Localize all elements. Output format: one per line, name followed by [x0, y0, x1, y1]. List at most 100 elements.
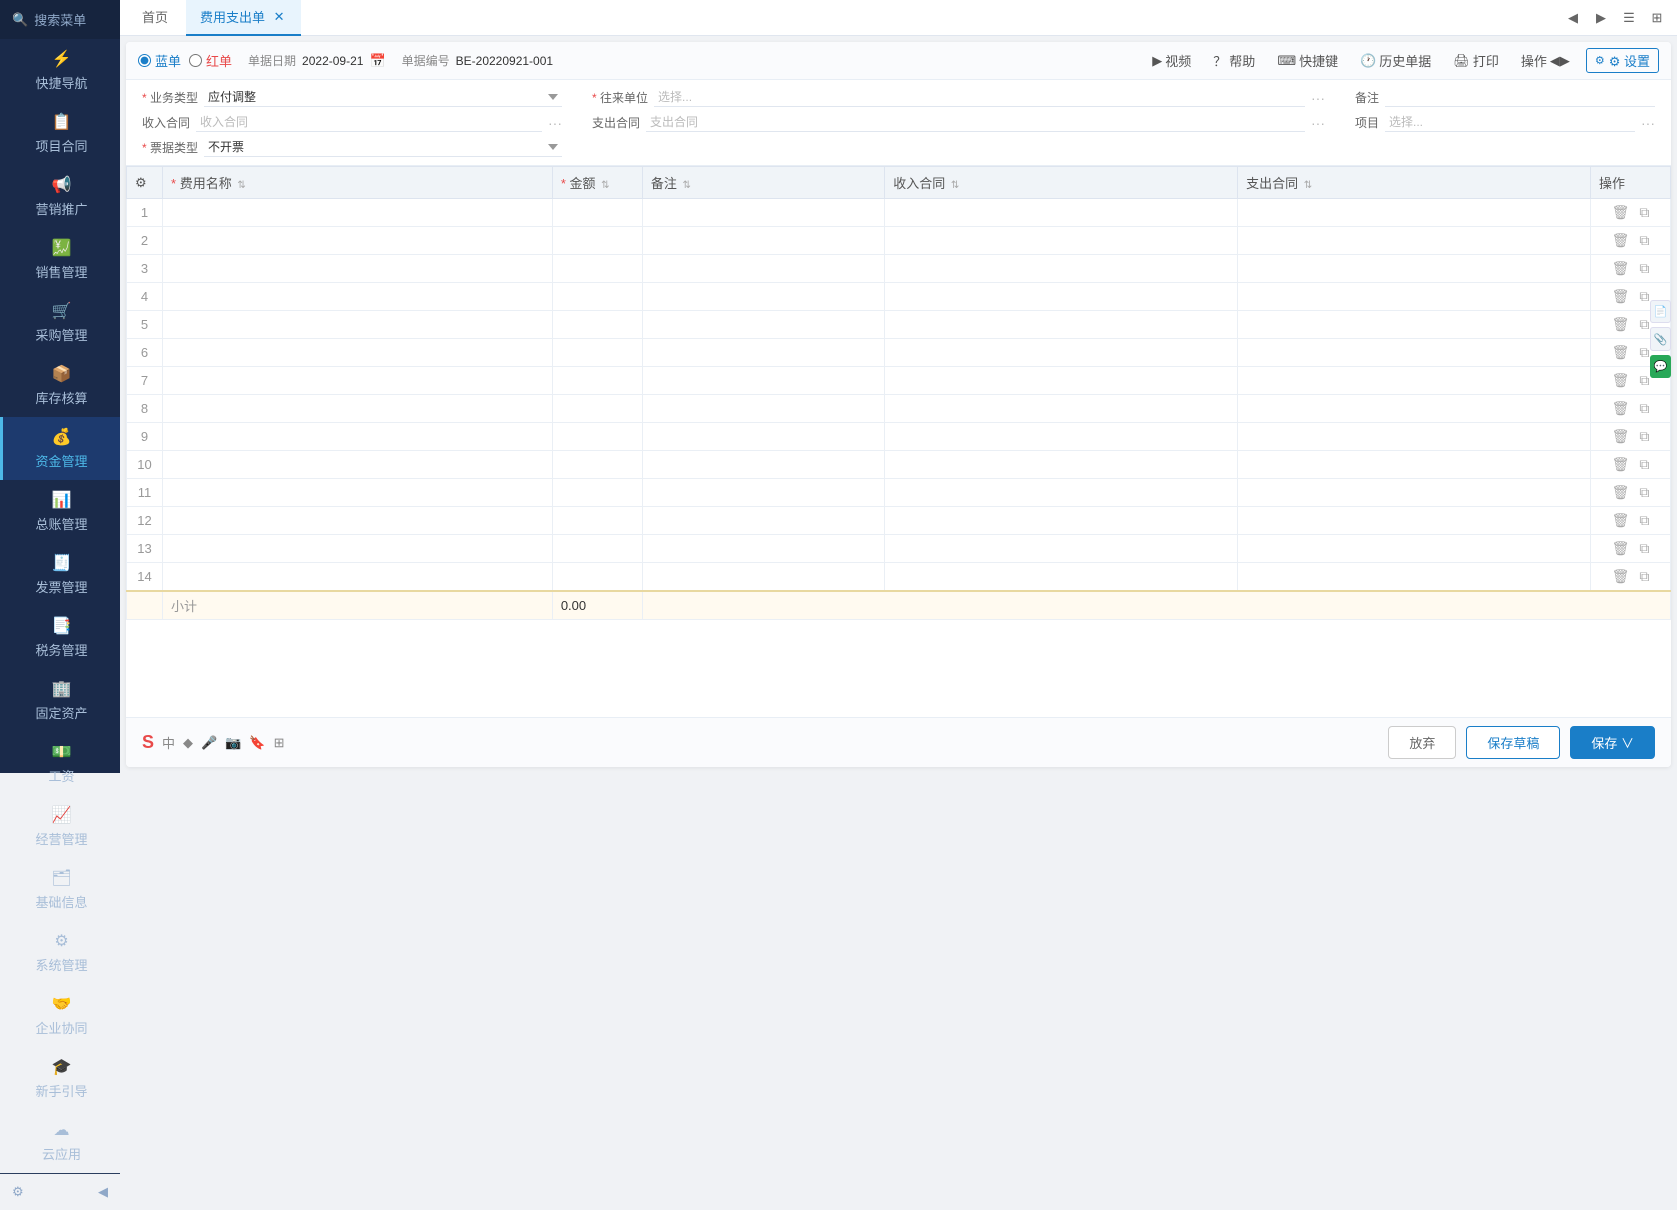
cell-income-contract-8[interactable]: [885, 395, 1238, 423]
remark-input[interactable]: [1385, 88, 1655, 107]
business-type-select[interactable]: 应付调整: [204, 88, 562, 107]
bottom-icon-grid[interactable]: ⊞: [274, 735, 285, 751]
cell-amount-14[interactable]: [552, 563, 642, 592]
settings-icon[interactable]: ⚙: [12, 1184, 24, 1200]
delete-icon-6[interactable]: 🗑: [1609, 343, 1633, 362]
cell-remark-4[interactable]: [642, 283, 884, 311]
copy-icon-11[interactable]: ⧉: [1636, 483, 1652, 502]
delete-icon-10[interactable]: 🗑: [1609, 455, 1633, 474]
cell-amount-1[interactable]: [552, 199, 642, 227]
delete-icon-7[interactable]: 🗑: [1609, 371, 1633, 390]
sidebar-item-marketing[interactable]: 📢 营销推广: [0, 165, 120, 228]
cell-expense-contract-9[interactable]: [1238, 423, 1591, 451]
tab-list-btn[interactable]: ☰: [1617, 6, 1641, 30]
cell-amount-2[interactable]: [552, 227, 642, 255]
tab-prev-btn[interactable]: ◀: [1561, 6, 1585, 30]
video-btn[interactable]: ▶ 视频: [1146, 49, 1197, 72]
delete-icon-4[interactable]: 🗑: [1609, 287, 1633, 306]
sidebar-item-sales[interactable]: 💹 销售管理: [0, 228, 120, 291]
calendar-icon[interactable]: 📅: [369, 53, 385, 69]
delete-icon-14[interactable]: 🗑: [1609, 567, 1633, 586]
help-btn[interactable]: ？ 帮助: [1207, 49, 1261, 72]
delete-icon-2[interactable]: 🗑: [1609, 231, 1633, 250]
cell-expense-contract-7[interactable]: [1238, 367, 1591, 395]
number-value[interactable]: BE-20220921-001: [456, 54, 553, 68]
cell-remark-5[interactable]: [642, 311, 884, 339]
cell-income-contract-3[interactable]: [885, 255, 1238, 283]
cell-remark-2[interactable]: [642, 227, 884, 255]
cell-expense-contract-10[interactable]: [1238, 451, 1591, 479]
sidebar-item-ledger[interactable]: 📊 总账管理: [0, 480, 120, 543]
cell-amount-8[interactable]: [552, 395, 642, 423]
partner-input[interactable]: [654, 88, 1305, 107]
cell-expense-name-9[interactable]: [163, 423, 553, 451]
cell-remark-12[interactable]: [642, 507, 884, 535]
project-input[interactable]: [1385, 113, 1635, 132]
cell-expense-name-12[interactable]: [163, 507, 553, 535]
delete-icon-12[interactable]: 🗑: [1609, 511, 1633, 530]
bottom-icon-camera[interactable]: 📷: [225, 735, 241, 751]
cell-expense-name-13[interactable]: [163, 535, 553, 563]
cell-expense-contract-13[interactable]: [1238, 535, 1591, 563]
delete-icon-3[interactable]: 🗑: [1609, 259, 1633, 278]
cell-expense-name-11[interactable]: [163, 479, 553, 507]
cell-expense-name-14[interactable]: [163, 563, 553, 592]
cell-expense-name-4[interactable]: [163, 283, 553, 311]
cell-amount-9[interactable]: [552, 423, 642, 451]
cell-remark-1[interactable]: [642, 199, 884, 227]
cell-income-contract-11[interactable]: [885, 479, 1238, 507]
side-tab-attach[interactable]: 📎: [1650, 327, 1671, 350]
copy-icon-2[interactable]: ⧉: [1636, 231, 1652, 250]
sidebar-item-salary[interactable]: 💵 工资: [0, 732, 120, 795]
cell-expense-contract-1[interactable]: [1238, 199, 1591, 227]
delete-icon-13[interactable]: 🗑: [1609, 539, 1633, 558]
sort-icon-expense[interactable]: ⇅: [237, 180, 245, 191]
cell-expense-name-1[interactable]: [163, 199, 553, 227]
side-tab-doc[interactable]: 📄: [1650, 300, 1671, 323]
cell-remark-14[interactable]: [642, 563, 884, 592]
cell-amount-7[interactable]: [552, 367, 642, 395]
copy-icon-12[interactable]: ⧉: [1636, 511, 1652, 530]
cell-expense-name-10[interactable]: [163, 451, 553, 479]
cell-expense-contract-2[interactable]: [1238, 227, 1591, 255]
sidebar-item-base-info[interactable]: 🗂 基础信息: [0, 858, 120, 921]
cell-amount-5[interactable]: [552, 311, 642, 339]
bottom-icon-bookmark[interactable]: 🔖: [249, 735, 265, 751]
print-btn[interactable]: 🖨 打印: [1447, 49, 1505, 72]
cell-expense-contract-8[interactable]: [1238, 395, 1591, 423]
tab-close-expense-bill[interactable]: ✕: [271, 9, 287, 25]
sort-icon-expense-con[interactable]: ⇅: [1304, 180, 1312, 191]
col-settings[interactable]: ⚙: [127, 167, 163, 199]
collapse-icon[interactable]: ◀: [98, 1184, 108, 1200]
bottom-icon-zhong[interactable]: 中: [162, 733, 175, 752]
cell-amount-13[interactable]: [552, 535, 642, 563]
income-contract-input[interactable]: [196, 113, 542, 132]
cell-remark-11[interactable]: [642, 479, 884, 507]
income-contract-dots[interactable]: ···: [548, 115, 562, 131]
copy-icon-8[interactable]: ⧉: [1636, 399, 1652, 418]
cell-expense-name-2[interactable]: [163, 227, 553, 255]
cell-remark-3[interactable]: [642, 255, 884, 283]
delete-icon-8[interactable]: 🗑: [1609, 399, 1633, 418]
copy-icon-9[interactable]: ⧉: [1636, 427, 1652, 446]
sidebar-item-invoice[interactable]: 🧾 发票管理: [0, 543, 120, 606]
copy-icon-10[interactable]: ⧉: [1636, 455, 1652, 474]
delete-icon-1[interactable]: 🗑: [1609, 203, 1633, 222]
cell-income-contract-12[interactable]: [885, 507, 1238, 535]
cell-income-contract-10[interactable]: [885, 451, 1238, 479]
radio-red[interactable]: 红单: [189, 51, 232, 70]
sidebar-item-fund[interactable]: 💰 资金管理: [0, 417, 120, 480]
bottom-icon-diamond[interactable]: ◆: [183, 735, 193, 751]
cell-income-contract-5[interactable]: [885, 311, 1238, 339]
cell-expense-contract-3[interactable]: [1238, 255, 1591, 283]
copy-icon-14[interactable]: ⧉: [1636, 567, 1652, 586]
cell-income-contract-13[interactable]: [885, 535, 1238, 563]
cell-income-contract-14[interactable]: [885, 563, 1238, 592]
cell-expense-contract-5[interactable]: [1238, 311, 1591, 339]
radio-blue[interactable]: 蓝单: [138, 51, 181, 70]
cell-remark-9[interactable]: [642, 423, 884, 451]
cell-expense-name-3[interactable]: [163, 255, 553, 283]
cell-expense-name-6[interactable]: [163, 339, 553, 367]
expense-contract-input[interactable]: [646, 113, 1305, 132]
sidebar-item-new-user[interactable]: 🎓 新手引导: [0, 1047, 120, 1110]
